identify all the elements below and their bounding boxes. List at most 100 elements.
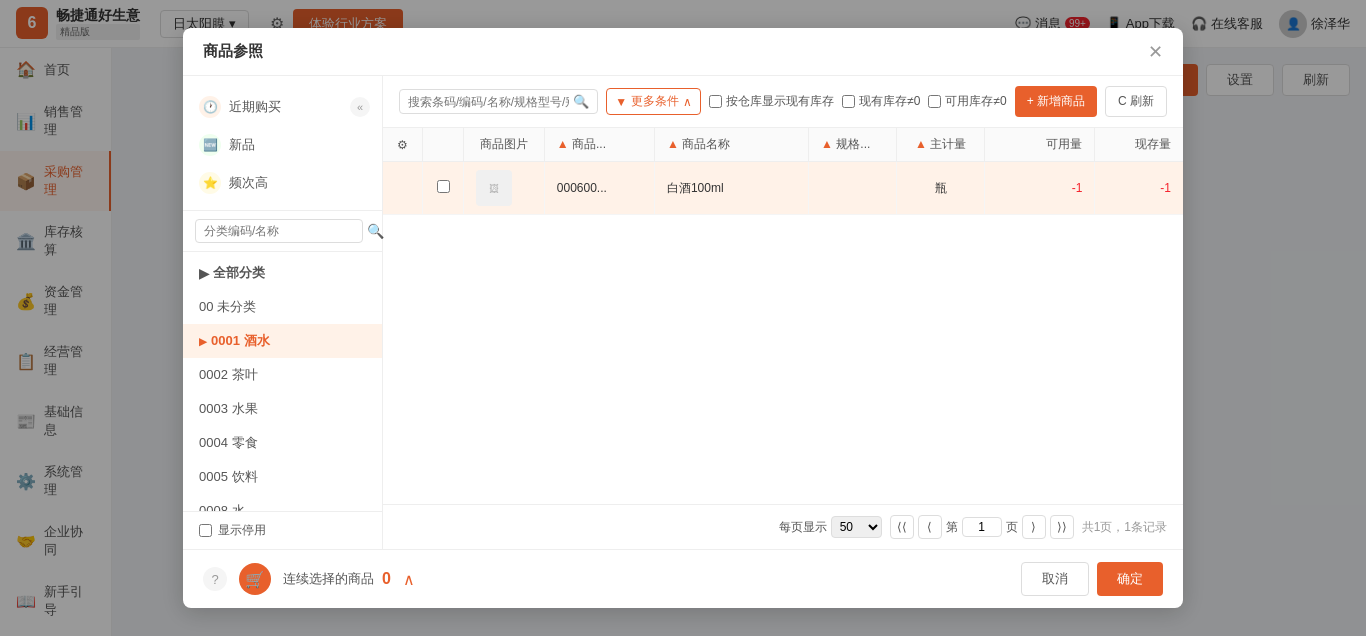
category-all[interactable]: ▶ 全部分类 — [183, 256, 382, 290]
col-image-label: 商品图片 — [480, 137, 528, 151]
col-stock-header: 现存量 — [1095, 128, 1183, 162]
row-checkbox-cell — [422, 162, 464, 215]
table-row[interactable]: 🖼 000600... 白酒100ml — [383, 162, 1183, 215]
col-unit-header[interactable]: ▲ 主计量 — [897, 128, 985, 162]
dialog-body: 🕐 近期购买 « 🆕 新品 ⭐ 频次高 — [183, 76, 1183, 549]
row-product-code: 000600... — [544, 162, 654, 215]
per-page-label: 每页显示 — [779, 519, 827, 536]
product-search-input[interactable] — [408, 95, 569, 109]
dialog-title: 商品参照 — [203, 42, 263, 61]
category-water[interactable]: 0008 水 — [183, 494, 382, 511]
row-product-image: 🖼 — [464, 162, 544, 215]
checkbox-available-stock[interactable]: 可用库存≠0 — [928, 93, 1006, 110]
add-product-button[interactable]: + 新增商品 — [1015, 86, 1097, 117]
collapse-up-icon[interactable]: ∧ — [403, 570, 415, 589]
tab-frequent[interactable]: ⭐ 频次高 — [183, 164, 382, 202]
product-search-bar: 🔍 — [399, 89, 598, 114]
col-name-header[interactable]: ▲ 商品名称 — [654, 128, 808, 162]
total-info: 共1页，1条记录 — [1082, 519, 1167, 536]
prev-page-btn[interactable]: ⟨ — [918, 515, 942, 539]
col-code-label: 商品... — [572, 137, 606, 151]
filter-expand-icon: ∧ — [683, 95, 692, 109]
last-page-btn[interactable]: ⟩⟩ — [1050, 515, 1074, 539]
overlay[interactable]: 商品参照 ✕ 🕐 近期购买 « 🆕 新品 — [0, 0, 1366, 636]
col-spec-header[interactable]: ▲ 规格... — [809, 128, 897, 162]
category-search-icon[interactable]: 🔍 — [367, 223, 384, 239]
warehouse-stock-checkbox[interactable] — [709, 95, 722, 108]
category-uncategorized[interactable]: 00 未分类 — [183, 290, 382, 324]
tab-recent-purchase[interactable]: 🕐 近期购买 — [195, 88, 350, 126]
page-nav: ⟨⟨ ⟨ 第 页 ⟩ ⟩⟩ — [890, 515, 1074, 539]
right-toolbar: 🔍 ▼ 更多条件 ∧ 按仓库显示现有库存 现有库存≠0 — [383, 76, 1183, 128]
col-stock-label: 现存量 — [1135, 137, 1171, 151]
checkbox-warehouse-stock[interactable]: 按仓库显示现有库存 — [709, 93, 834, 110]
display-disabled-checkbox[interactable] — [199, 524, 212, 537]
page-label: 第 — [946, 519, 958, 536]
product-img-placeholder: 🖼 — [476, 170, 512, 206]
col-spec-sort-icon: ▲ — [821, 137, 833, 151]
image-placeholder-icon: 🖼 — [489, 183, 499, 194]
category-list: ▶ 全部分类 00 未分类 ▶ 0001 酒水 0002 茶叶 0003 水果 — [183, 252, 382, 511]
category-liquor-label: 0001 酒水 — [211, 332, 270, 350]
category-search-input[interactable] — [195, 219, 363, 243]
new-product-icon: 🆕 — [199, 134, 221, 156]
product-search-icon[interactable]: 🔍 — [573, 94, 589, 109]
collapse-button[interactable]: « — [350, 97, 370, 117]
cart-icon[interactable]: 🛒 — [239, 563, 271, 595]
dialog-footer: ? 🛒 连续选择的商品 0 ∧ 取消 确定 — [183, 549, 1183, 608]
page-number-input[interactable] — [962, 517, 1002, 537]
available-qty-value: -1 — [1072, 181, 1083, 195]
first-page-btn[interactable]: ⟨⟨ — [890, 515, 914, 539]
tab-frequent-label: 频次高 — [229, 174, 268, 192]
next-page-btn[interactable]: ⟩ — [1022, 515, 1046, 539]
tab-recent-label: 近期购买 — [229, 98, 281, 116]
col-unit-sort-icon: ▲ — [915, 137, 927, 151]
pagination: 每页显示 50 100 ⟨⟨ ⟨ 第 页 ⟩ ⟩⟩ — [383, 504, 1183, 549]
checkbox-current-label: 现有库存≠0 — [859, 93, 920, 110]
row-checkbox[interactable] — [437, 180, 450, 193]
available-stock-checkbox[interactable] — [928, 95, 941, 108]
display-disabled-row: 显示停用 — [183, 511, 382, 549]
filter-more-btn[interactable]: ▼ 更多条件 ∧ — [606, 88, 701, 115]
per-page-selector: 每页显示 50 100 — [779, 516, 882, 538]
dialog-close-button[interactable]: ✕ — [1148, 43, 1163, 61]
active-arrow-icon: ▶ — [199, 336, 207, 347]
confirm-button[interactable]: 确定 — [1097, 562, 1163, 596]
left-panel: 🕐 近期购买 « 🆕 新品 ⭐ 频次高 — [183, 76, 383, 549]
category-tea-label: 0002 茶叶 — [199, 366, 258, 384]
table-header: ⚙ 商品图片 ▲ 商品... ▲ — [383, 128, 1183, 162]
refresh-button[interactable]: C 刷新 — [1105, 86, 1167, 117]
col-name-label: 商品名称 — [682, 137, 730, 151]
selected-count: 0 — [382, 570, 391, 588]
row-settings — [383, 162, 422, 215]
checkbox-available-label: 可用库存≠0 — [945, 93, 1006, 110]
per-page-select[interactable]: 50 100 — [831, 516, 882, 538]
recent-purchase-icon: 🕐 — [199, 96, 221, 118]
selected-info: 连续选择的商品 0 — [283, 570, 391, 588]
product-name-value: 白酒100ml — [667, 181, 724, 195]
display-disabled-label: 显示停用 — [218, 522, 266, 539]
stock-qty-value: -1 — [1160, 181, 1171, 195]
col-check — [422, 128, 464, 162]
col-spec-label: 规格... — [836, 137, 870, 151]
category-tea[interactable]: 0002 茶叶 — [183, 358, 382, 392]
checkbox-current-stock[interactable]: 现有库存≠0 — [842, 93, 920, 110]
category-snacks[interactable]: 0004 零食 — [183, 426, 382, 460]
col-code-sort-icon: ▲ — [557, 137, 569, 151]
tab-new-product[interactable]: 🆕 新品 — [183, 126, 382, 164]
tab-new-label: 新品 — [229, 136, 255, 154]
product-table: ⚙ 商品图片 ▲ 商品... ▲ — [383, 128, 1183, 215]
product-reference-dialog: 商品参照 ✕ 🕐 近期购买 « 🆕 新品 — [183, 28, 1183, 608]
col-image-header: 商品图片 — [464, 128, 544, 162]
footer-buttons: 取消 确定 — [1021, 562, 1163, 596]
current-stock-checkbox[interactable] — [842, 95, 855, 108]
col-code-header[interactable]: ▲ 商品... — [544, 128, 654, 162]
row-available-qty: -1 — [985, 162, 1095, 215]
category-fruits[interactable]: 0003 水果 — [183, 392, 382, 426]
category-liquor[interactable]: ▶ 0001 酒水 — [183, 324, 382, 358]
arrow-right-icon: ▶ — [199, 266, 209, 281]
product-unit-value: 瓶 — [935, 181, 947, 195]
help-icon[interactable]: ? — [203, 567, 227, 591]
category-drinks[interactable]: 0005 饮料 — [183, 460, 382, 494]
cancel-button[interactable]: 取消 — [1021, 562, 1089, 596]
